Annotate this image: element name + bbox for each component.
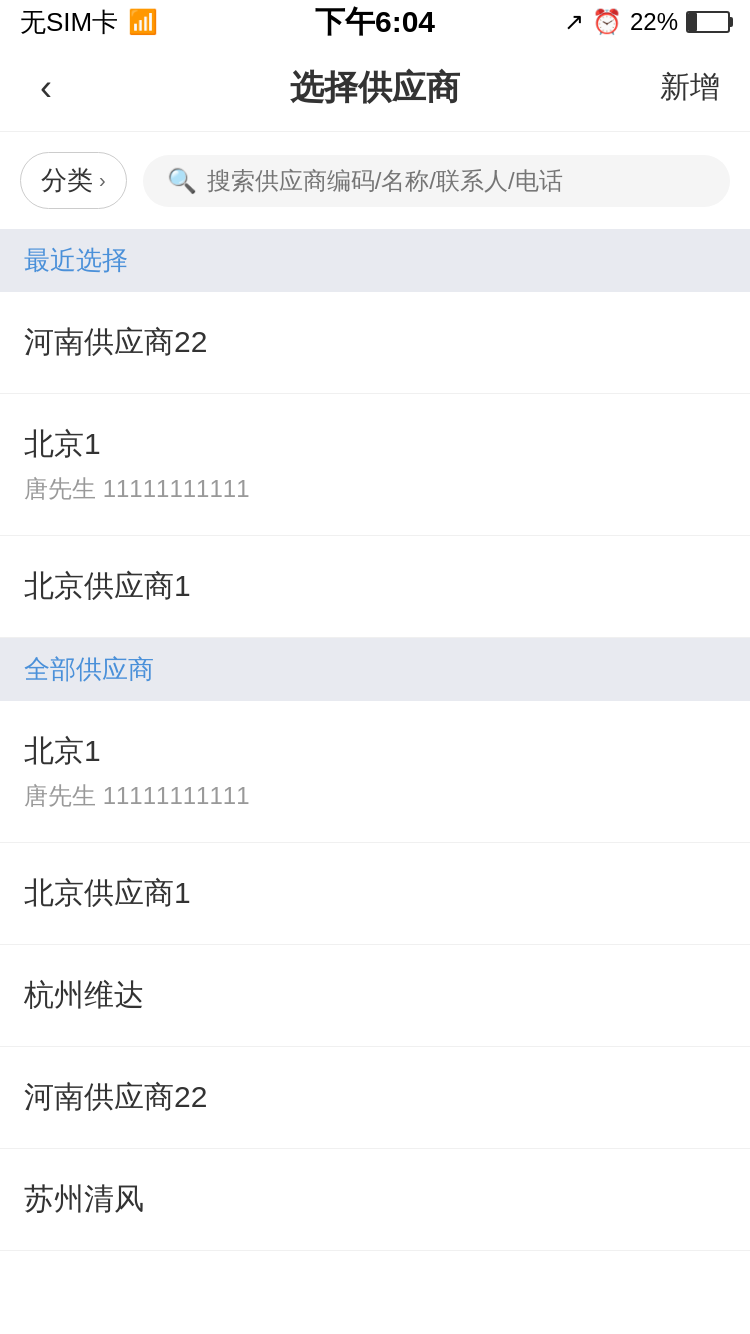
item-sub: 唐先生 11111111111 (24, 473, 726, 505)
list-item[interactable]: 北京供应商1 (0, 536, 750, 638)
all-list: 北京1 唐先生 11111111111 北京供应商1 杭州维达河南供应商22 苏州清风 (0, 701, 750, 1251)
recent-list: 河南供应商22 北京1 唐先生 11111111111 北京供应商1 (0, 292, 750, 638)
item-name: 北京供应商1 (24, 873, 726, 914)
status-time: 下午6:04 (315, 2, 435, 43)
item-name: 北京供应商1 (24, 566, 726, 607)
status-right: ↗ ⏰ 22% (564, 8, 730, 36)
alarm-icon: ⏰ (592, 8, 622, 36)
item-name: 杭州维达 (24, 975, 726, 1016)
battery-percentage: 22% (630, 8, 678, 36)
item-name: 北京1 (24, 424, 726, 465)
item-name: 河南供应商22 (24, 322, 726, 363)
carrier-label: 无SIM卡 (20, 5, 118, 40)
recent-section-header: 最近选择 (0, 229, 750, 292)
status-bar: 无SIM卡 📶 下午6:04 ↗ ⏰ 22% (0, 0, 750, 44)
item-name: 河南供应商22 (24, 1077, 726, 1118)
category-label: 分类 (41, 163, 93, 198)
location-icon: ↗ (564, 8, 584, 36)
nav-bar: ‹ 选择供应商 新增 (0, 44, 750, 132)
search-input-wrapper: 🔍 (143, 155, 730, 207)
list-item[interactable]: 北京1 唐先生 11111111111 (0, 394, 750, 536)
chevron-right-icon: › (99, 169, 106, 192)
item-name: 北京1 (24, 731, 726, 772)
list-item[interactable]: 北京供应商1 (0, 843, 750, 945)
list-item[interactable]: 河南供应商22 (0, 292, 750, 394)
search-input[interactable] (207, 167, 706, 195)
search-bar: 分类 › 🔍 (0, 132, 750, 229)
back-button[interactable]: ‹ (30, 57, 62, 119)
list-item[interactable]: 苏州清风 (0, 1149, 750, 1251)
list-item[interactable]: 河南供应商22 (0, 1047, 750, 1149)
status-left: 无SIM卡 📶 (20, 5, 158, 40)
battery-icon (686, 11, 730, 33)
item-name: 苏州清风 (24, 1179, 726, 1220)
page-title: 选择供应商 (290, 65, 460, 111)
list-item[interactable]: 北京1 唐先生 11111111111 (0, 701, 750, 843)
all-section-header: 全部供应商 (0, 638, 750, 701)
search-icon: 🔍 (167, 167, 197, 195)
category-button[interactable]: 分类 › (20, 152, 127, 209)
item-sub: 唐先生 11111111111 (24, 780, 726, 812)
add-button[interactable]: 新增 (660, 67, 720, 108)
list-item[interactable]: 杭州维达 (0, 945, 750, 1047)
wifi-icon: 📶 (128, 8, 158, 36)
